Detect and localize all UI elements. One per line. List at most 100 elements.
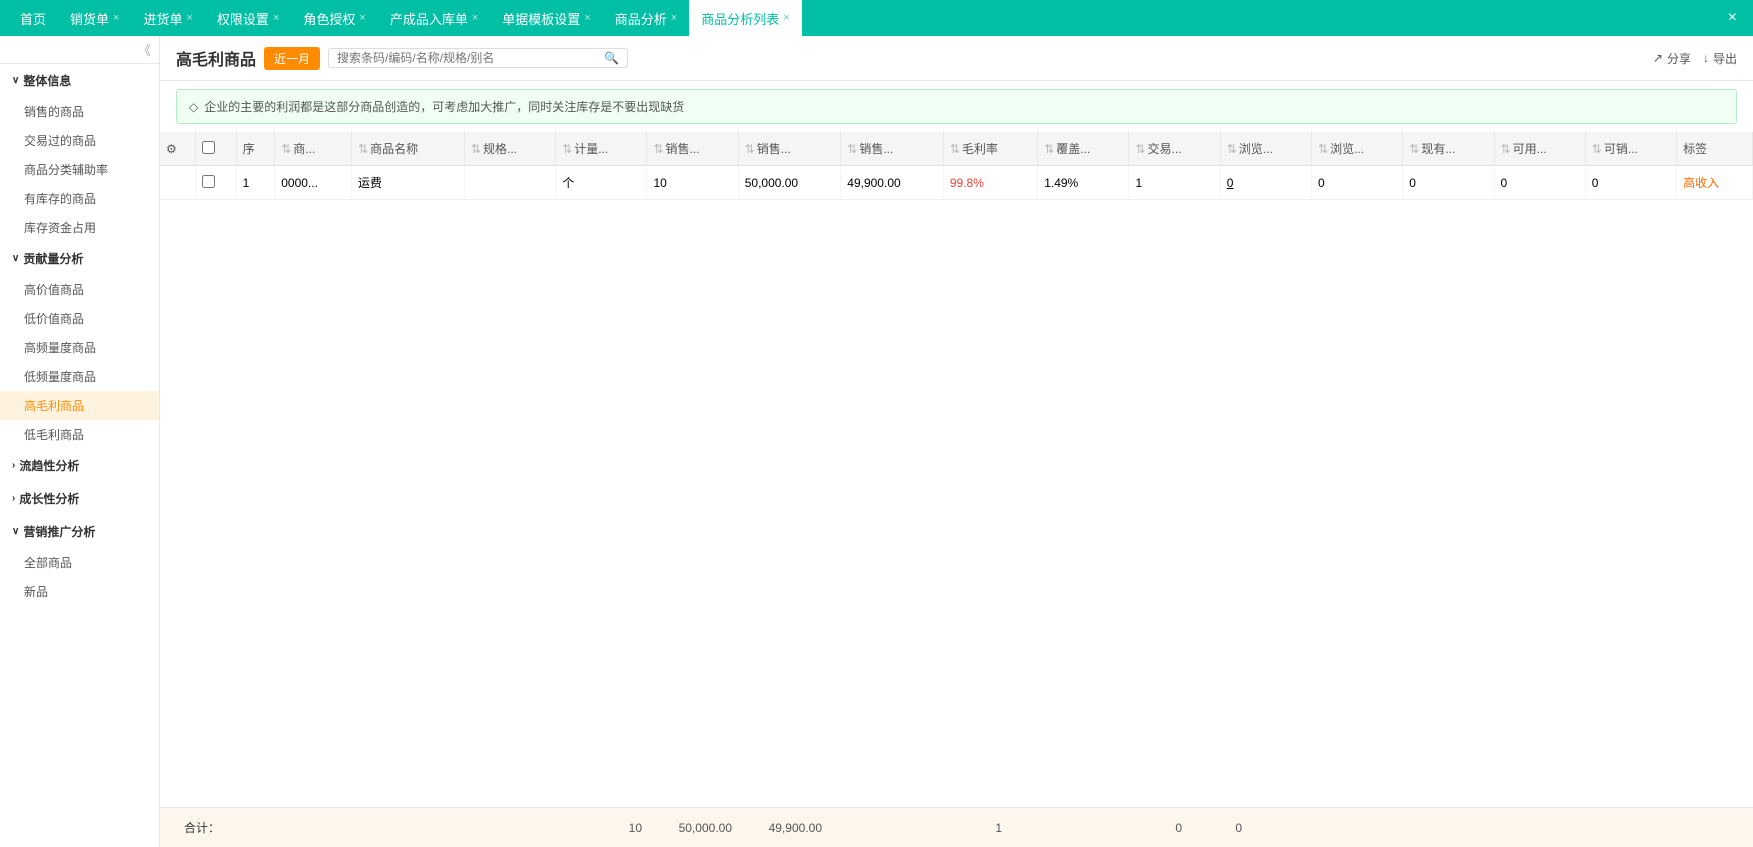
chevron-icon: › <box>12 460 15 471</box>
total-current-stock: 0 <box>1128 821 1188 835</box>
sidebar-item-high-margin-goods[interactable]: 高毛利商品 <box>0 391 159 420</box>
nav-item-product-analysis-list[interactable]: 商品分析列表× <box>689 0 801 36</box>
nav-item-product-analysis[interactable]: 商品分析× <box>603 0 689 36</box>
total-spacer5 <box>828 821 888 835</box>
page-title: 高毛利商品 <box>176 46 256 70</box>
sidebar-item-low-margin-goods[interactable]: 低毛利商品 <box>0 420 159 449</box>
footer-total-row: 合计： 10 50,000.00 49,900.00 1 0 0 <box>160 807 1753 847</box>
info-banner: ◇ 企业的主要的利润都是这部分商品创造的，可考虑加大推广，同时关注库存是不要出现… <box>176 89 1737 124</box>
nav-item-purchase-order[interactable]: 进货单× <box>131 0 204 36</box>
total-spacer3 <box>428 821 508 835</box>
share-icon: ↗ <box>1653 51 1663 65</box>
sidebar-group-growth-analysis[interactable]: › 成长性分析 <box>0 482 159 515</box>
col-header-coverage[interactable]: ⇅覆盖... <box>1038 132 1129 166</box>
table-row: 10000...运费个1050,000.0049,900.0099.8%1.49… <box>160 166 1753 200</box>
nav-close-permission-settings[interactable]: × <box>273 12 279 24</box>
chevron-icon: ∨ <box>12 526 19 537</box>
sidebar-toggle[interactable]: 《 <box>0 36 159 64</box>
total-sales-qty: 10 <box>588 821 648 835</box>
code-cell: 0000... <box>281 176 318 190</box>
data-table-wrapper: ⚙序⇅商...⇅商品名称⇅规格...⇅计量...⇅销售...⇅销售...⇅销售.… <box>160 132 1753 847</box>
tag-cell: 高收入 <box>1683 176 1719 190</box>
sidebar-item-high-value-goods[interactable]: 高价值商品 <box>0 275 159 304</box>
col-header-sales-cost[interactable]: ⇅销售... <box>841 132 944 166</box>
col-header-current-stock[interactable]: ⇅现有... <box>1403 132 1494 166</box>
sidebar-group-wealth-analysis[interactable]: ∨ 贡献量分析 <box>0 242 159 275</box>
browse2-cell: 0 <box>1318 176 1325 190</box>
total-sales-amount: 50,000.00 <box>648 821 738 835</box>
col-header-sales-qty[interactable]: ⇅销售... <box>647 132 738 166</box>
col-header-spec[interactable]: ⇅规格... <box>464 132 555 166</box>
export-icon: ↓ <box>1703 51 1709 65</box>
collapse-icon: 《 <box>138 40 151 59</box>
row-checkbox[interactable] <box>202 175 215 188</box>
product-name-cell: 运费 <box>358 176 382 190</box>
total-label: 合计： <box>176 819 228 836</box>
close-all-tabs-button[interactable]: × <box>1720 9 1745 27</box>
nav-item-permission-settings[interactable]: 权限设置× <box>205 0 291 36</box>
trade-count-cell: 1 <box>1135 176 1142 190</box>
col-header-settings: ⚙ <box>160 132 196 166</box>
nav-item-role-permission[interactable]: 角色授权× <box>291 0 377 36</box>
export-button[interactable]: ↓ 导出 <box>1703 50 1737 67</box>
col-header-sellable[interactable]: ⇅可销... <box>1585 132 1676 166</box>
sidebar-item-traded-goods[interactable]: 交易过的商品 <box>0 126 159 155</box>
sidebar-item-low-value-goods[interactable]: 低价值商品 <box>0 304 159 333</box>
sidebar-item-inventory-ratio[interactable]: 库存资金占用 <box>0 213 159 242</box>
nav-close-product-analysis[interactable]: × <box>671 12 677 24</box>
nav-item-product-entry[interactable]: 产成品入库单× <box>378 0 490 36</box>
chevron-icon: ∨ <box>12 253 19 264</box>
top-navigation: 首页销货单×进货单×权限设置×角色授权×产成品入库单×单据模板设置×商品分析×商… <box>0 0 1753 36</box>
col-header-browse1[interactable]: ⇅浏览... <box>1220 132 1311 166</box>
tip-icon: ◇ <box>189 100 198 114</box>
sellable-cell: 0 <box>1592 176 1599 190</box>
col-header-browse2[interactable]: ⇅浏览... <box>1312 132 1403 166</box>
nav-item-order-template[interactable]: 单据模板设置× <box>490 0 602 36</box>
col-header-trade-count[interactable]: ⇅交易... <box>1129 132 1220 166</box>
sidebar-item-goods-assist-rate[interactable]: 商品分类辅助率 <box>0 155 159 184</box>
sidebar-item-all-goods[interactable]: 全部商品 <box>0 548 159 577</box>
seq-cell: 1 <box>243 176 250 190</box>
sales-amount-cell: 50,000.00 <box>745 176 798 190</box>
sidebar-group-marketing-analysis[interactable]: ∨ 营销推广分析 <box>0 515 159 548</box>
sidebar-item-in-stock-goods[interactable]: 有库存的商品 <box>0 184 159 213</box>
chevron-icon: › <box>12 493 15 504</box>
col-header-available[interactable]: ⇅可用... <box>1494 132 1585 166</box>
sidebar-item-sales-goods[interactable]: 销售的商品 <box>0 97 159 126</box>
nav-item-home[interactable]: 首页 <box>8 0 58 36</box>
share-button[interactable]: ↗ 分享 <box>1653 50 1691 67</box>
col-header-checkbox <box>196 132 236 166</box>
col-header-unit[interactable]: ⇅计量... <box>556 132 647 166</box>
nav-close-order-template[interactable]: × <box>584 12 590 24</box>
nav-close-purchase-order[interactable]: × <box>186 12 192 24</box>
sidebar: 《 ∨ 整体信息销售的商品交易过的商品商品分类辅助率有库存的商品库存资金占用∨ … <box>0 36 160 847</box>
sidebar-item-high-freq-goods[interactable]: 高频量度商品 <box>0 333 159 362</box>
nav-close-sales-order[interactable]: × <box>113 12 119 24</box>
total-available: 0 <box>1188 821 1248 835</box>
content-header: 高毛利商品 近一月 🔍 ↗ 分享 ↓ 导出 <box>160 36 1753 81</box>
nav-close-role-permission[interactable]: × <box>359 12 365 24</box>
coverage-cell: 1.49% <box>1044 176 1078 190</box>
col-header-sales-amount[interactable]: ⇅销售... <box>738 132 841 166</box>
sidebar-item-low-freq-goods[interactable]: 低频量度商品 <box>0 362 159 391</box>
sidebar-group-trend-analysis[interactable]: › 流趋性分析 <box>0 449 159 482</box>
sidebar-item-new-goods[interactable]: 新品 <box>0 577 159 606</box>
col-header-code[interactable]: ⇅商... <box>275 132 352 166</box>
nav-item-sales-order[interactable]: 销货单× <box>58 0 131 36</box>
col-header-margin-rate[interactable]: ⇅毛利率 <box>943 132 1037 166</box>
settings-icon[interactable]: ⚙ <box>166 142 177 156</box>
filter-period-button[interactable]: 近一月 <box>264 47 320 70</box>
total-spacer2 <box>348 821 428 835</box>
col-header-name[interactable]: ⇅商品名称 <box>352 132 465 166</box>
nav-close-product-analysis-list[interactable]: × <box>783 12 789 24</box>
sidebar-group-overall-info[interactable]: ∨ 整体信息 <box>0 64 159 97</box>
margin-rate-cell: 99.8% <box>950 176 984 190</box>
select-all-checkbox[interactable] <box>202 141 215 154</box>
unit-cell: 个 <box>562 176 574 190</box>
chevron-icon: ∨ <box>12 75 19 86</box>
sales-qty-cell: 10 <box>653 176 666 190</box>
search-box: 🔍 <box>328 48 628 68</box>
search-input[interactable] <box>337 51 604 65</box>
nav-close-product-entry[interactable]: × <box>472 12 478 24</box>
total-cells: 10 50,000.00 49,900.00 1 0 0 <box>228 821 1737 835</box>
